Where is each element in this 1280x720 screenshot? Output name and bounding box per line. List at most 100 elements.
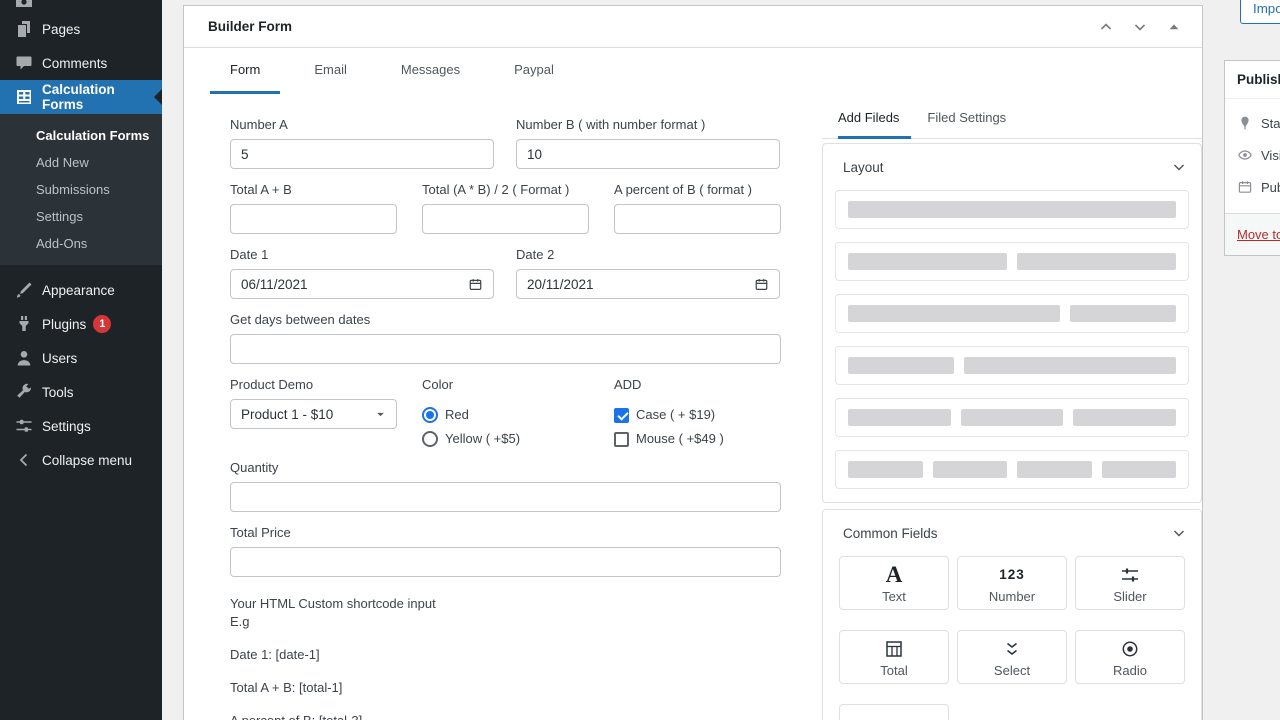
- radio-option-red[interactable]: Red: [422, 407, 589, 423]
- checkbox-option-case[interactable]: Case ( + $19): [614, 407, 781, 423]
- calendar-picker-icon[interactable]: [754, 277, 769, 292]
- visibility-row: Visibility:: [1225, 139, 1280, 171]
- users-icon: [14, 348, 34, 368]
- field-button-partial[interactable]: [839, 704, 949, 720]
- sidebar-item-appearance[interactable]: Appearance: [0, 273, 162, 307]
- visibility-label: Visibility:: [1261, 148, 1280, 163]
- product-demo-label: Product Demo: [230, 376, 397, 393]
- field-button-number[interactable]: 123 Number: [957, 556, 1067, 610]
- sidebar-item-label: Settings: [42, 419, 91, 434]
- checkbox-icon[interactable]: [614, 432, 629, 447]
- sidebar-item-label: Pages: [42, 22, 80, 37]
- days-between-input[interactable]: [230, 334, 781, 364]
- total-icon: [884, 637, 904, 661]
- field-button-label: Text: [882, 589, 906, 604]
- submenu-item-submissions[interactable]: Submissions: [0, 176, 162, 203]
- field-button-radio[interactable]: Radio: [1075, 630, 1185, 684]
- radio-icon[interactable]: [422, 431, 438, 447]
- menu-spacer: [0, 265, 162, 273]
- number-a-input[interactable]: 5: [230, 139, 494, 169]
- layout-column-bar: [961, 409, 1064, 426]
- checkbox-icon[interactable]: [614, 408, 629, 423]
- color-group-label: Color: [422, 376, 589, 393]
- submenu-item-settings[interactable]: Settings: [0, 203, 162, 230]
- layout-section-header[interactable]: Layout: [823, 144, 1201, 190]
- layout-column-bar: [848, 253, 1007, 270]
- product-demo-select[interactable]: Product 1 - $10: [230, 399, 397, 429]
- submenu-item-calculation-forms[interactable]: Calculation Forms: [0, 122, 162, 149]
- publish-panel: Publish Status: Visibility: Publish Move…: [1224, 60, 1280, 256]
- calendar-picker-icon[interactable]: [468, 277, 483, 292]
- checkbox-option-label: Mouse ( +$49 ): [636, 431, 724, 447]
- sidebar-item-pages[interactable]: Pages: [0, 12, 162, 46]
- help-line: Your HTML Custom shortcode input: [230, 595, 781, 613]
- import-button[interactable]: Import: [1240, 0, 1280, 24]
- layout-column-bar: [1073, 409, 1176, 426]
- total-format-input[interactable]: [422, 204, 589, 234]
- sidebar-item-tools[interactable]: Tools: [0, 375, 162, 409]
- sidebar-item-comments[interactable]: Comments: [0, 46, 162, 80]
- total-ab-label: Total A + B: [230, 181, 397, 198]
- common-fields-header[interactable]: Common Fields: [823, 510, 1201, 556]
- layout-option-3col[interactable]: [835, 398, 1189, 437]
- submenu-item-add-ons[interactable]: Add-Ons: [0, 230, 162, 257]
- status-row: Status:: [1225, 107, 1280, 139]
- quantity-input[interactable]: [230, 482, 781, 512]
- number-b-value: 10: [527, 147, 542, 162]
- tab-field-settings[interactable]: Filed Settings: [927, 94, 1018, 139]
- field-button-label: Total: [880, 663, 907, 678]
- submenu-item-add-new[interactable]: Add New: [0, 149, 162, 176]
- sidebar-item-label: Comments: [42, 56, 107, 71]
- total-price-input[interactable]: [230, 547, 781, 577]
- help-line: A percent of B: [total-3]: [230, 712, 781, 720]
- layout-option-1col[interactable]: [835, 190, 1189, 229]
- move-to-trash-link[interactable]: Move to trash: [1237, 227, 1280, 242]
- layout-column-bar: [933, 461, 1008, 478]
- toggle-panel-button[interactable]: [1160, 13, 1188, 41]
- form-preview: Number A 5 Number B ( with number format…: [230, 94, 781, 720]
- date-2-input[interactable]: 20/11/2021: [516, 269, 780, 299]
- layout-option-2col[interactable]: [835, 242, 1189, 281]
- move-down-button[interactable]: [1126, 13, 1154, 41]
- tab-form[interactable]: Form: [210, 48, 280, 94]
- collapse-menu-button[interactable]: Collapse menu: [0, 443, 162, 477]
- number-b-input[interactable]: 10: [516, 139, 780, 169]
- layout-section: Layout: [822, 143, 1202, 503]
- date-1-input[interactable]: 06/11/2021: [230, 269, 494, 299]
- checkbox-option-mouse[interactable]: Mouse ( +$49 ): [614, 431, 781, 447]
- layout-option-narrow-wide[interactable]: [835, 346, 1189, 385]
- layout-column-bar: [1017, 253, 1176, 270]
- sidebar-item-media[interactable]: [0, 0, 162, 12]
- tab-add-fields[interactable]: Add Fileds: [838, 94, 911, 139]
- sidebar-item-plugins[interactable]: Plugins 1: [0, 307, 162, 341]
- tab-email[interactable]: Email: [294, 48, 367, 94]
- publish-date-label: Publish: [1261, 180, 1280, 195]
- layout-option-wide-narrow[interactable]: [835, 294, 1189, 333]
- sidebar-item-label: Users: [42, 351, 77, 366]
- field-button-select[interactable]: Select: [957, 630, 1067, 684]
- total-ab-input[interactable]: [230, 204, 397, 234]
- sidebar-item-label: Tools: [42, 385, 74, 400]
- layout-column-bar: [848, 461, 923, 478]
- field-button-slider[interactable]: Slider: [1075, 556, 1185, 610]
- layout-column-bar: [1102, 461, 1177, 478]
- product-demo-value: Product 1 - $10: [241, 407, 333, 422]
- field-button-total[interactable]: Total: [839, 630, 949, 684]
- radio-option-yellow[interactable]: Yellow ( +$5): [422, 431, 589, 447]
- move-up-button[interactable]: [1092, 13, 1120, 41]
- layout-option-4col[interactable]: [835, 450, 1189, 489]
- field-button-text[interactable]: A Text: [839, 556, 949, 610]
- layout-section-title: Layout: [843, 160, 884, 175]
- sidebar-item-users[interactable]: Users: [0, 341, 162, 375]
- sidebar-item-settings[interactable]: Settings: [0, 409, 162, 443]
- help-line: E.g: [230, 613, 781, 631]
- percent-b-label: A percent of B ( format ): [614, 181, 781, 198]
- panel-handle-actions: [1092, 13, 1188, 41]
- radio-icon[interactable]: [422, 407, 438, 423]
- sidebar-item-calculation-forms[interactable]: Calculation Forms: [0, 80, 162, 114]
- tab-messages[interactable]: Messages: [381, 48, 480, 94]
- common-fields-grid: A Text 123 Number Slider Total: [823, 556, 1201, 720]
- tab-paypal[interactable]: Paypal: [494, 48, 574, 94]
- wordpress-admin-sidebar: Pages Comments Calculation Forms Calcula…: [0, 0, 162, 720]
- percent-b-input[interactable]: [614, 204, 781, 234]
